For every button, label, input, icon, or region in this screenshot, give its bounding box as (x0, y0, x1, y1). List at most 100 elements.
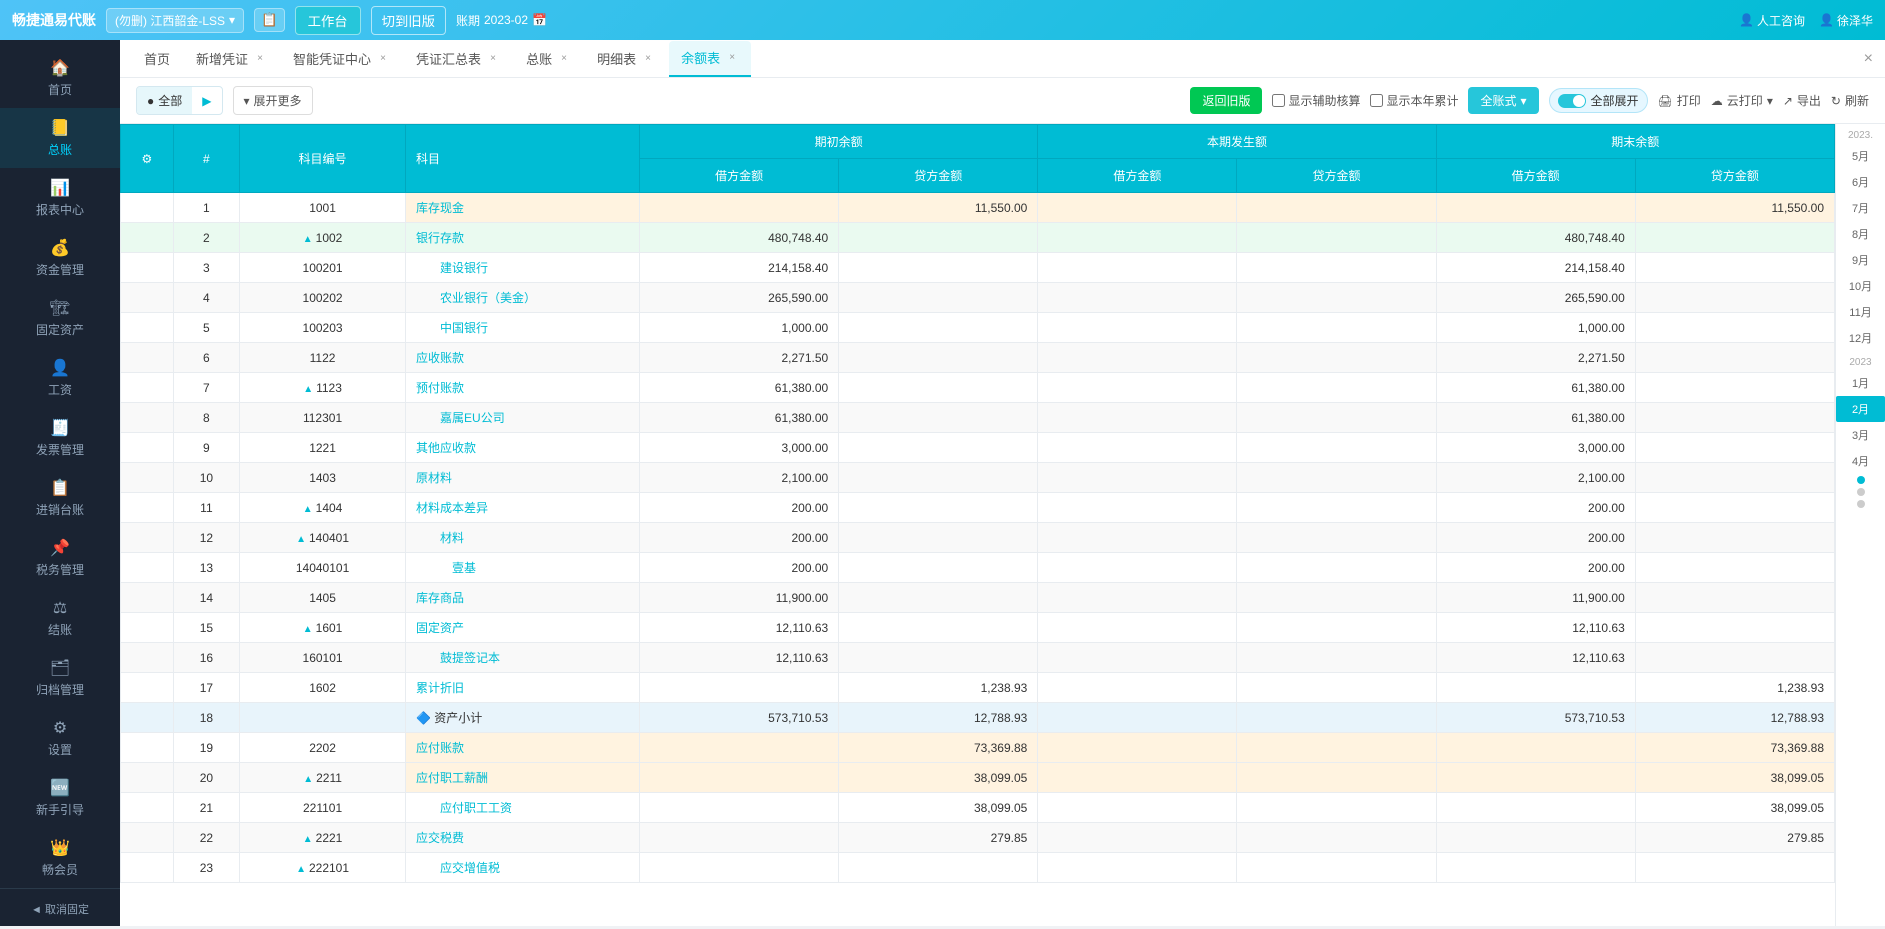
cloud-print-action[interactable]: ☁ 云打印 ▾ (1711, 92, 1773, 109)
sidebar-item-salary[interactable]: 👤 工资 (0, 348, 120, 408)
expand-icon[interactable]: ▲ (303, 624, 313, 635)
month-10[interactable]: 10月 (1836, 273, 1885, 299)
expand-icon[interactable]: ▲ (303, 774, 313, 785)
tab-home[interactable]: 首页 (132, 41, 182, 77)
month-2[interactable]: 2月 (1836, 396, 1885, 422)
account-name-link[interactable]: 原材料 (416, 471, 452, 485)
tab-voucher-summary-close[interactable]: × (486, 52, 500, 66)
user-info[interactable]: 👤 徐泽华 (1819, 12, 1873, 29)
consult-link[interactable]: 👤 人工咨询 (1739, 12, 1805, 29)
tab-detail-close[interactable]: × (641, 52, 655, 66)
workbench-button[interactable]: 工作台 (295, 6, 361, 35)
return-old-button[interactable]: 返回旧版 (1190, 87, 1262, 114)
account-name-link[interactable]: 应收账款 (416, 351, 464, 365)
month-3[interactable]: 3月 (1836, 422, 1885, 448)
tab-ledger-close[interactable]: × (557, 52, 571, 66)
account-name-link[interactable]: 应付职工工资 (416, 801, 512, 815)
account-name-link[interactable]: 鼓提签记本 (416, 651, 500, 665)
print-action[interactable]: 🖨 打印 (1658, 92, 1701, 109)
switch-button[interactable]: 切到旧版 (371, 6, 446, 35)
month-12[interactable]: 12月 (1836, 325, 1885, 351)
sidebar-item-ledger[interactable]: 📒 总账 (0, 108, 120, 168)
tab-balance[interactable]: 余额表 × (669, 41, 751, 77)
month-8[interactable]: 8月 (1836, 221, 1885, 247)
account-name-link[interactable]: 累计折旧 (416, 681, 464, 695)
sidebar-item-report[interactable]: 📊 报表中心 (0, 168, 120, 228)
sidebar-item-settle[interactable]: ⚖ 结账 (0, 588, 120, 648)
tab-balance-close[interactable]: × (725, 51, 739, 65)
sidebar-item-purchase[interactable]: 📋 进销台账 (0, 468, 120, 528)
account-name-link[interactable]: 应付职工薪酬 (416, 771, 488, 785)
copy-button[interactable]: 📋 (254, 8, 285, 32)
account-name-link[interactable]: 壹基 (416, 561, 476, 575)
expand-all-toggle[interactable]: 全部展开 (1549, 88, 1648, 113)
sidebar-item-home[interactable]: 🏠 首页 (0, 48, 120, 108)
style-button[interactable]: 全账式 ▾ (1468, 87, 1538, 114)
tab-new-voucher-close[interactable]: × (253, 52, 267, 66)
account-name-link[interactable]: 应交税费 (416, 831, 464, 845)
unpin-button[interactable]: ◄ 取消固定 (0, 897, 120, 921)
account-name-link[interactable]: 库存现金 (416, 201, 464, 215)
account-name-link[interactable]: 预付账款 (416, 381, 464, 395)
row-name: 材料 (406, 523, 640, 553)
sidebar-item-capital[interactable]: 💰 资金管理 (0, 228, 120, 288)
sidebar-item-tax[interactable]: 📌 税务管理 (0, 528, 120, 588)
month-1[interactable]: 1月 (1836, 370, 1885, 396)
sidebar-item-archive[interactable]: 🗂 归档管理 (0, 648, 120, 708)
expand-icon[interactable]: ▲ (296, 864, 306, 875)
expand-icon[interactable]: ▲ (303, 504, 313, 515)
row-cp-debit (1038, 403, 1237, 433)
account-name-link[interactable]: 应付账款 (416, 741, 464, 755)
export-icon: ↗ (1783, 94, 1793, 108)
account-name-link[interactable]: 其他应收款 (416, 441, 476, 455)
account-name-link[interactable]: 固定资产 (416, 621, 464, 635)
account-name-link[interactable]: 嘉属EU公司 (416, 411, 505, 425)
tab-bar-close-button[interactable]: × (1864, 50, 1873, 68)
tab-detail[interactable]: 明细表 × (585, 41, 667, 77)
month-7[interactable]: 7月 (1836, 195, 1885, 221)
month-9[interactable]: 9月 (1836, 247, 1885, 273)
account-name-link[interactable]: 银行存款 (416, 231, 464, 245)
account-name-link[interactable]: 材料成本差异 (416, 501, 488, 515)
month-5[interactable]: 5月 (1836, 143, 1885, 169)
export-action[interactable]: ↗ 导出 (1783, 92, 1821, 109)
account-name-link[interactable]: 应交增值税 (416, 861, 500, 875)
account-name-link[interactable]: 农业银行（美金） (416, 291, 536, 305)
sidebar-item-settings[interactable]: ⚙ 设置 (0, 708, 120, 768)
account-name-link[interactable]: 材料 (416, 531, 464, 545)
month-11[interactable]: 11月 (1836, 299, 1885, 325)
show-ytd-checkbox[interactable]: 显示本年累计 (1370, 92, 1458, 109)
filter-expand[interactable]: ▶ (192, 89, 221, 113)
tab-smart-center[interactable]: 智能凭证中心 × (281, 41, 402, 77)
tab-smart-center-close[interactable]: × (376, 52, 390, 66)
filter-selector[interactable]: ● 全部 ▶ (136, 86, 223, 115)
row-code: 100201 (240, 253, 406, 283)
expand-icon[interactable]: ▲ (303, 234, 313, 245)
refresh-action[interactable]: ↻ 刷新 (1831, 92, 1869, 109)
sidebar-item-fixed-assets[interactable]: 🏗 固定资产 (0, 288, 120, 348)
expand-icon[interactable]: ▲ (296, 534, 306, 545)
account-name-link[interactable]: 库存商品 (416, 591, 464, 605)
expand-button[interactable]: ▾ 展开更多 (233, 86, 313, 115)
tab-ledger[interactable]: 总账 × (514, 41, 583, 77)
month-6[interactable]: 6月 (1836, 169, 1885, 195)
month-4[interactable]: 4月 (1836, 448, 1885, 474)
tab-new-voucher[interactable]: 新增凭证 × (184, 41, 279, 77)
row-cb-credit (1635, 403, 1834, 433)
tab-voucher-summary[interactable]: 凭证汇总表 × (404, 41, 512, 77)
sidebar-item-member[interactable]: 👑 畅会员 (0, 828, 120, 888)
account-name-link[interactable]: 建设银行 (416, 261, 488, 275)
sidebar-item-invoice[interactable]: 🧾 发票管理 (0, 408, 120, 468)
show-aux-input[interactable] (1272, 94, 1285, 107)
account-name-link[interactable]: 中国银行 (416, 321, 488, 335)
th-settings[interactable]: ⚙ (121, 125, 174, 193)
calendar-icon[interactable]: 📅 (532, 13, 547, 27)
sidebar-item-guide[interactable]: 🆕 新手引导 (0, 768, 120, 828)
expand-icon[interactable]: ▲ (303, 834, 313, 845)
row-code: ▲1002 (240, 223, 406, 253)
expand-icon[interactable]: ▲ (303, 384, 313, 395)
company-selector[interactable]: (勿删) 江西韶金-LSS ▾ (106, 8, 244, 33)
show-ytd-input[interactable] (1370, 94, 1383, 107)
show-aux-checkbox[interactable]: 显示辅助核算 (1272, 92, 1360, 109)
row-cb-debit: 573,710.53 (1436, 703, 1635, 733)
